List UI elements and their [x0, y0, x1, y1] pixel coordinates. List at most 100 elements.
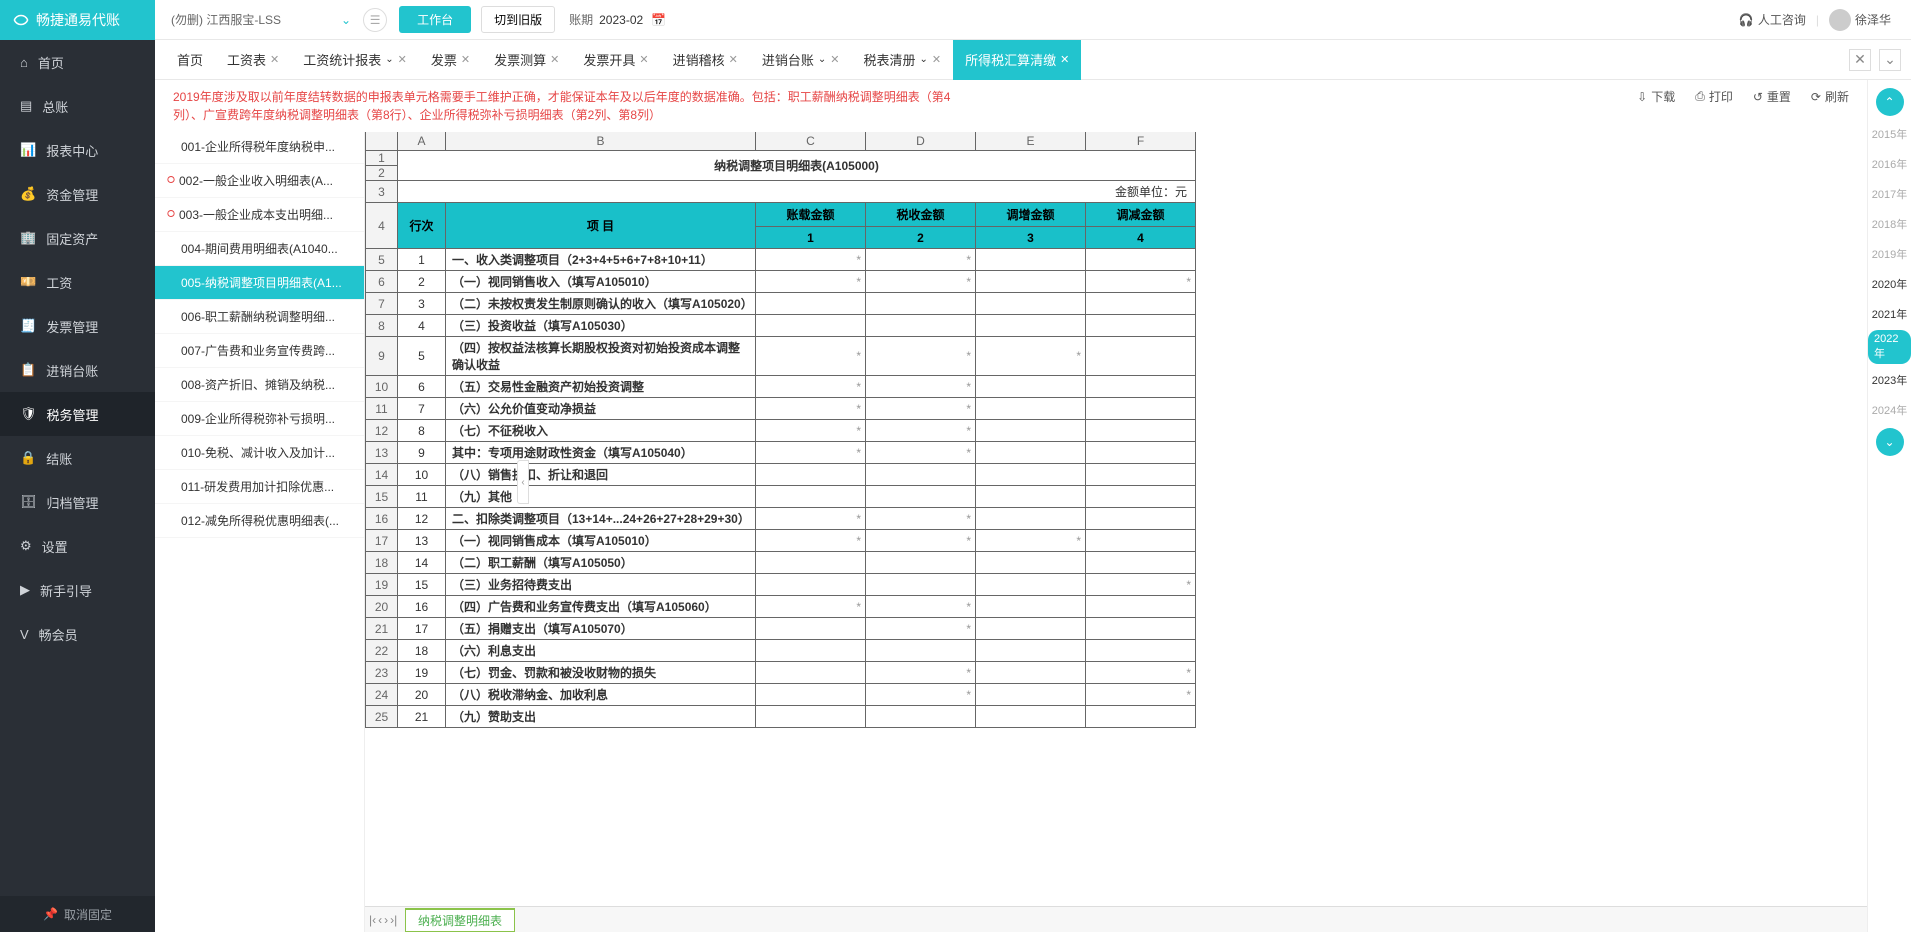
cell[interactable] — [976, 398, 1086, 420]
cell[interactable] — [1086, 293, 1196, 315]
cell[interactable] — [866, 552, 976, 574]
report-item-7[interactable]: 008-资产折旧、摊销及纳税... — [155, 368, 364, 402]
cell[interactable] — [976, 293, 1086, 315]
close-icon[interactable]: ✕ — [932, 53, 941, 66]
cell[interactable] — [1086, 376, 1196, 398]
col-header[interactable]: E — [976, 131, 1086, 151]
cell[interactable] — [976, 596, 1086, 618]
year-up-button[interactable]: ⌃ — [1876, 88, 1904, 116]
cell[interactable] — [756, 684, 866, 706]
cell[interactable] — [756, 706, 866, 728]
cell[interactable]: * — [756, 530, 866, 552]
report-item-1[interactable]: ⭘002-一般企业收入明细表(A... — [155, 164, 364, 198]
tab-1[interactable]: 工资表✕ — [215, 40, 291, 80]
reset-button[interactable]: ↺重置 — [1753, 88, 1791, 105]
tab-close-all[interactable]: ✕ — [1849, 49, 1871, 71]
cell[interactable] — [976, 508, 1086, 530]
cell[interactable] — [976, 662, 1086, 684]
period-value[interactable]: 2023-02 — [599, 13, 643, 27]
cell[interactable] — [976, 486, 1086, 508]
cell[interactable] — [976, 618, 1086, 640]
cell[interactable] — [976, 574, 1086, 596]
sidebar-item-8[interactable]: 🛡税务管理 — [0, 392, 155, 436]
sidebar-item-9[interactable]: 🔒结账 — [0, 436, 155, 480]
sheet-first-icon[interactable]: |‹ — [369, 913, 376, 927]
sheet-last-icon[interactable]: ›| — [390, 913, 397, 927]
cell[interactable] — [756, 640, 866, 662]
cell[interactable] — [756, 315, 866, 337]
workbench-button[interactable]: 工作台 — [399, 6, 471, 33]
sidebar-item-3[interactable]: 💰资金管理 — [0, 172, 155, 216]
sidebar-item-0[interactable]: ⌂首页 — [0, 40, 155, 84]
refresh-button[interactable]: ⟳刷新 — [1811, 88, 1849, 105]
report-item-9[interactable]: 010-免税、减计收入及加计... — [155, 436, 364, 470]
cell[interactable]: * — [866, 376, 976, 398]
collapse-handle[interactable]: ‹ — [517, 460, 529, 504]
sidebar-item-4[interactable]: 🏢固定资产 — [0, 216, 155, 260]
cell[interactable] — [866, 640, 976, 662]
cell[interactable]: * — [756, 271, 866, 293]
cell[interactable] — [756, 662, 866, 684]
switch-old-button[interactable]: 切到旧版 — [481, 6, 555, 33]
consult-link[interactable]: 🎧 人工咨询 — [1739, 11, 1806, 28]
cell[interactable] — [756, 618, 866, 640]
cell[interactable] — [1086, 618, 1196, 640]
tab-6[interactable]: 进销稽核✕ — [661, 40, 750, 80]
report-item-4[interactable]: 005-纳税调整项目明细表(A1... — [155, 266, 364, 300]
cell[interactable] — [976, 552, 1086, 574]
cell[interactable]: * — [866, 420, 976, 442]
header-round-button[interactable]: ☰ — [363, 8, 387, 32]
cell[interactable]: * — [756, 596, 866, 618]
cell[interactable]: * — [866, 530, 976, 552]
cell[interactable] — [976, 420, 1086, 442]
download-button[interactable]: ⇩下载 — [1637, 88, 1675, 105]
cell[interactable]: * — [756, 508, 866, 530]
report-item-3[interactable]: 004-期间费用明细表(A1040... — [155, 232, 364, 266]
cell[interactable] — [976, 640, 1086, 662]
cell[interactable]: * — [976, 337, 1086, 376]
tab-8[interactable]: 税表清册⌄✕ — [851, 40, 953, 80]
cell[interactable] — [756, 293, 866, 315]
cell[interactable] — [976, 464, 1086, 486]
tab-5[interactable]: 发票开具✕ — [571, 40, 660, 80]
cell[interactable] — [866, 486, 976, 508]
col-header[interactable]: D — [866, 131, 976, 151]
report-item-8[interactable]: 009-企业所得税弥补亏损明... — [155, 402, 364, 436]
year-down-button[interactable]: ⌄ — [1876, 428, 1904, 456]
cell[interactable] — [976, 442, 1086, 464]
cell[interactable] — [866, 293, 976, 315]
cell[interactable]: * — [866, 508, 976, 530]
tab-9[interactable]: 所得税汇算清缴✕ — [953, 40, 1081, 80]
calendar-icon[interactable]: 📅 — [651, 13, 666, 27]
cell[interactable]: * — [756, 337, 866, 376]
cell[interactable]: * — [1086, 574, 1196, 596]
cell[interactable]: * — [976, 530, 1086, 552]
year-2023年[interactable]: 2023年 — [1872, 366, 1907, 394]
cell[interactable] — [756, 464, 866, 486]
cell[interactable] — [1086, 420, 1196, 442]
cell[interactable] — [1086, 640, 1196, 662]
report-item-5[interactable]: 006-职工薪酬纳税调整明细... — [155, 300, 364, 334]
cell[interactable]: * — [756, 398, 866, 420]
sidebar-item-1[interactable]: ▤总账 — [0, 84, 155, 128]
report-item-2[interactable]: ⭘003-一般企业成本支出明细... — [155, 198, 364, 232]
col-header[interactable]: F — [1086, 131, 1196, 151]
cell[interactable] — [866, 574, 976, 596]
close-icon[interactable]: ✕ — [398, 53, 407, 66]
sidebar-item-13[interactable]: V畅会员 — [0, 612, 155, 656]
cell[interactable] — [1086, 398, 1196, 420]
tab-2[interactable]: 工资统计报表⌄✕ — [291, 40, 419, 80]
cell[interactable] — [866, 464, 976, 486]
cell[interactable]: * — [866, 618, 976, 640]
user-menu[interactable]: 徐泽华 — [1829, 9, 1891, 31]
cell[interactable] — [1086, 552, 1196, 574]
report-item-0[interactable]: 001-企业所得税年度纳税申... — [155, 130, 364, 164]
cell[interactable]: * — [866, 662, 976, 684]
close-icon[interactable]: ✕ — [550, 53, 559, 66]
cell[interactable]: * — [756, 420, 866, 442]
sidebar-item-2[interactable]: 📊报表中心 — [0, 128, 155, 172]
cell[interactable]: * — [1086, 662, 1196, 684]
report-item-11[interactable]: 012-减免所得税优惠明细表(... — [155, 504, 364, 538]
sidebar-item-10[interactable]: 🗄归档管理 — [0, 480, 155, 524]
close-icon[interactable]: ✕ — [270, 53, 279, 66]
